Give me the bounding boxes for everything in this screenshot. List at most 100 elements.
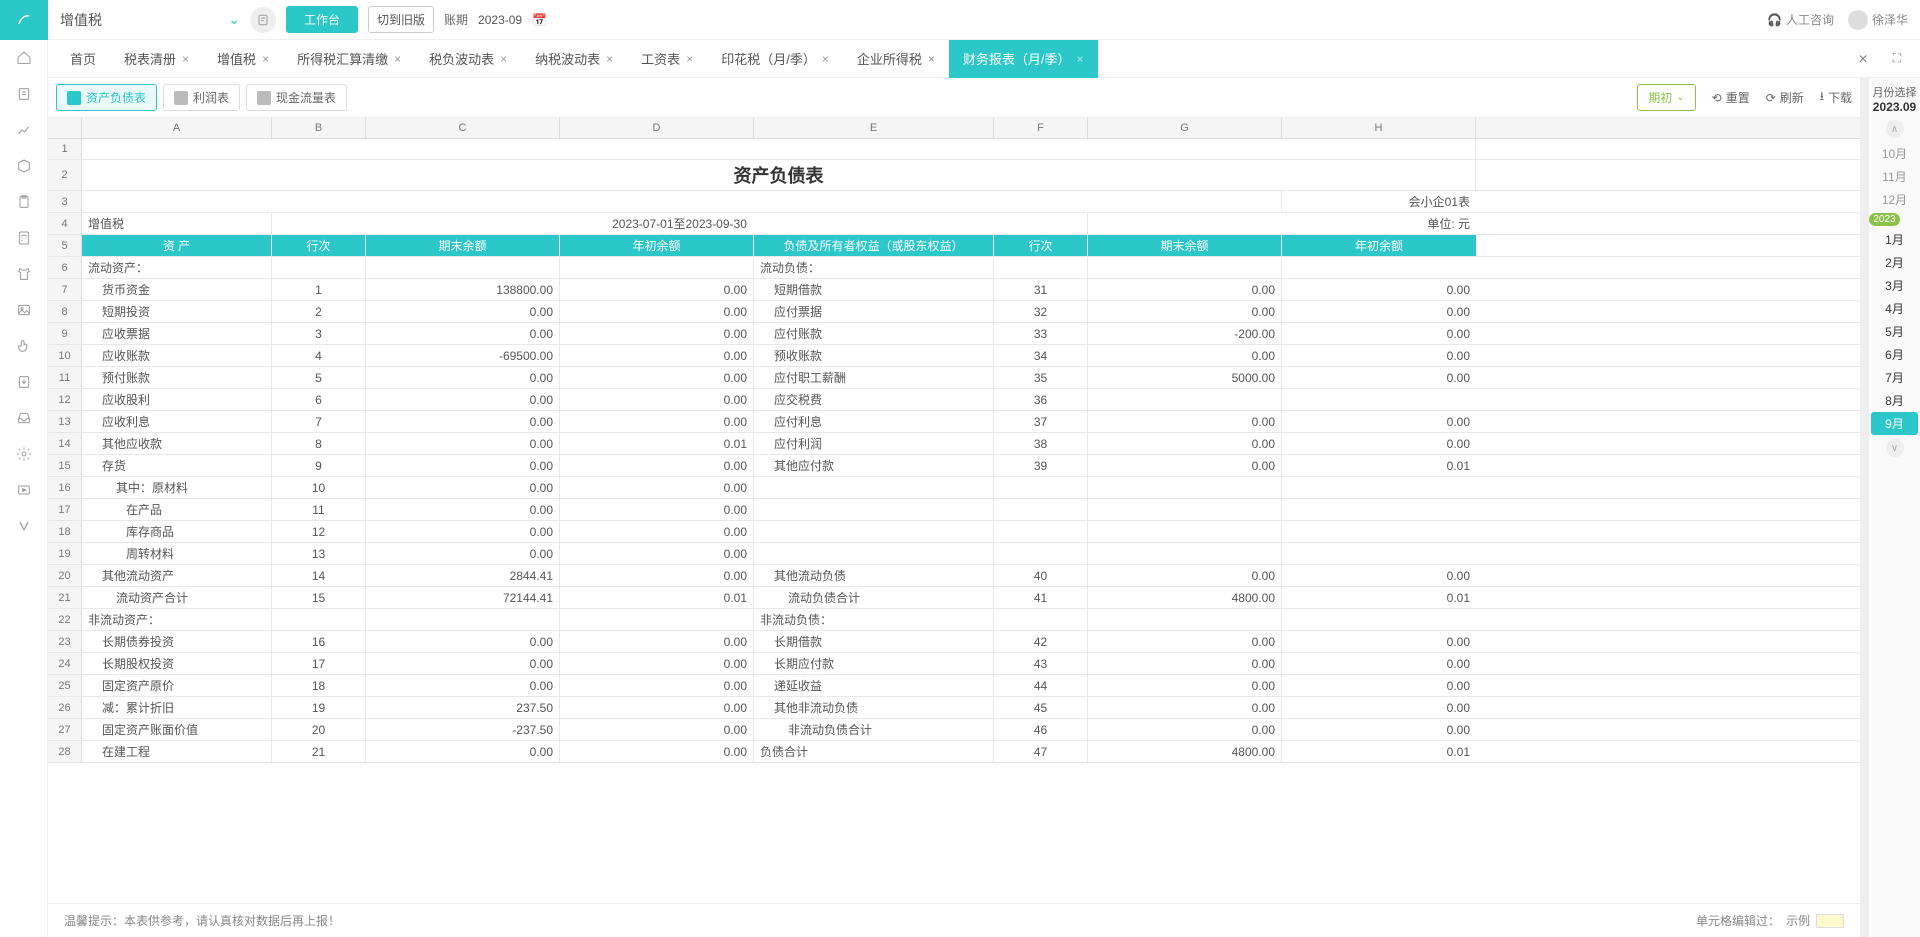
row-header[interactable]: 3 xyxy=(48,191,82,212)
row-header[interactable]: 27 xyxy=(48,719,82,740)
cell[interactable]: 138800.00 xyxy=(366,279,560,300)
cell[interactable]: 33 xyxy=(994,323,1088,344)
cell[interactable] xyxy=(1282,499,1476,520)
cell[interactable]: 2844.41 xyxy=(366,565,560,586)
cell[interactable]: 0.00 xyxy=(1088,345,1282,366)
row-header[interactable]: 28 xyxy=(48,741,82,762)
cell[interactable]: 其他应付款 xyxy=(754,455,994,476)
cell[interactable] xyxy=(1088,609,1282,630)
cell[interactable]: 长期股权投资 xyxy=(82,653,272,674)
cell[interactable]: 0.00 xyxy=(560,367,754,388)
cell[interactable]: 35 xyxy=(994,367,1088,388)
cell[interactable]: 行次 xyxy=(272,235,366,256)
download-button[interactable]: ⭳下载 xyxy=(1820,87,1852,108)
cell[interactable]: 17 xyxy=(272,653,366,674)
cell[interactable]: 递延收益 xyxy=(754,675,994,696)
tab-0[interactable]: 首页 xyxy=(56,40,110,78)
cell[interactable]: 应付票据 xyxy=(754,301,994,322)
col-header-G[interactable]: G xyxy=(1088,118,1282,138)
cell[interactable] xyxy=(82,139,1476,159)
row-header[interactable]: 17 xyxy=(48,499,82,520)
nav-shirt-icon[interactable] xyxy=(0,256,48,292)
cell[interactable]: 8 xyxy=(272,433,366,454)
cell[interactable]: 0.00 xyxy=(1282,345,1476,366)
cell[interactable]: 0.00 xyxy=(366,477,560,498)
row-header[interactable]: 12 xyxy=(48,389,82,410)
cell[interactable]: 0.00 xyxy=(560,631,754,652)
spreadsheet-grid[interactable]: ABCDEFGH 12资产负债表3会小企01表4增值税2023-07-01至20… xyxy=(48,118,1860,903)
cell[interactable]: 38 xyxy=(994,433,1088,454)
cell[interactable]: 期末余额 xyxy=(366,235,560,256)
month-option[interactable]: 6月 xyxy=(1871,343,1918,366)
cell[interactable]: 15 xyxy=(272,587,366,608)
tab-close-icon[interactable]: × xyxy=(928,52,935,66)
cell[interactable]: 在建工程 xyxy=(82,741,272,762)
cell[interactable]: 会小企01表 xyxy=(1282,191,1476,212)
close-all-tabs-icon[interactable]: ✕ xyxy=(1848,44,1878,74)
row-header[interactable]: 23 xyxy=(48,631,82,652)
cell[interactable]: 41 xyxy=(994,587,1088,608)
cell[interactable]: 0.00 xyxy=(560,389,754,410)
cell[interactable]: 46 xyxy=(994,719,1088,740)
month-option[interactable]: 1月 xyxy=(1871,228,1918,251)
cell[interactable] xyxy=(272,609,366,630)
cell[interactable]: 0.00 xyxy=(1282,433,1476,454)
cell[interactable]: 0.01 xyxy=(560,433,754,454)
fullscreen-icon[interactable]: ⛶ xyxy=(1882,44,1912,74)
nav-box-icon[interactable] xyxy=(0,148,48,184)
cell[interactable]: 非流动负债： xyxy=(754,609,994,630)
cell[interactable] xyxy=(1088,257,1282,278)
row-header[interactable]: 4 xyxy=(48,213,82,234)
cell[interactable]: 3 xyxy=(272,323,366,344)
row-header[interactable]: 9 xyxy=(48,323,82,344)
switch-old-button[interactable]: 切到旧版 xyxy=(368,6,434,33)
row-header[interactable]: 6 xyxy=(48,257,82,278)
col-header-E[interactable]: E xyxy=(754,118,994,138)
row-header[interactable]: 11 xyxy=(48,367,82,388)
cell[interactable]: 6 xyxy=(272,389,366,410)
cell[interactable]: 流动负债： xyxy=(754,257,994,278)
tab-close-icon[interactable]: × xyxy=(822,52,829,66)
cell[interactable]: 11 xyxy=(272,499,366,520)
row-header[interactable]: 26 xyxy=(48,697,82,718)
cell[interactable]: 库存商品 xyxy=(82,521,272,542)
cell[interactable]: 货币资金 xyxy=(82,279,272,300)
cell[interactable] xyxy=(366,609,560,630)
cell[interactable]: 0.00 xyxy=(366,631,560,652)
cell[interactable]: 其他流动负债 xyxy=(754,565,994,586)
cell[interactable] xyxy=(1088,389,1282,410)
nav-home-icon[interactable] xyxy=(0,40,48,76)
cell[interactable]: 应收股利 xyxy=(82,389,272,410)
cell[interactable] xyxy=(1282,609,1476,630)
tab-close-icon[interactable]: × xyxy=(500,52,507,66)
cell[interactable]: 0.00 xyxy=(560,301,754,322)
row-header[interactable]: 25 xyxy=(48,675,82,696)
cell[interactable]: 应付账款 xyxy=(754,323,994,344)
row-header[interactable]: 19 xyxy=(48,543,82,564)
cell[interactable]: 预付账款 xyxy=(82,367,272,388)
nav-chart-icon[interactable] xyxy=(0,112,48,148)
cell[interactable]: 0.00 xyxy=(1282,675,1476,696)
cell[interactable]: 40 xyxy=(994,565,1088,586)
cell[interactable] xyxy=(754,477,994,498)
cell[interactable] xyxy=(994,499,1088,520)
cell[interactable]: 应交税费 xyxy=(754,389,994,410)
cell[interactable]: 18 xyxy=(272,675,366,696)
cell[interactable]: 12 xyxy=(272,521,366,542)
cell[interactable] xyxy=(1282,477,1476,498)
tab-4[interactable]: 税负波动表× xyxy=(415,40,521,78)
cell[interactable]: 36 xyxy=(994,389,1088,410)
cell[interactable]: 流动资产： xyxy=(82,257,272,278)
cell[interactable]: 42 xyxy=(994,631,1088,652)
nav-export-icon[interactable] xyxy=(0,364,48,400)
cell[interactable]: 13 xyxy=(272,543,366,564)
tab-7[interactable]: 印花税（月/季）× xyxy=(707,40,843,78)
month-next-icon[interactable]: ∨ xyxy=(1886,439,1904,457)
cell[interactable] xyxy=(560,609,754,630)
cell[interactable]: 0.00 xyxy=(1282,279,1476,300)
cell[interactable]: 4800.00 xyxy=(1088,587,1282,608)
cell[interactable]: 37 xyxy=(994,411,1088,432)
cell[interactable]: 增值税 xyxy=(82,213,272,234)
cell[interactable]: 0.00 xyxy=(560,411,754,432)
cell[interactable] xyxy=(1088,477,1282,498)
